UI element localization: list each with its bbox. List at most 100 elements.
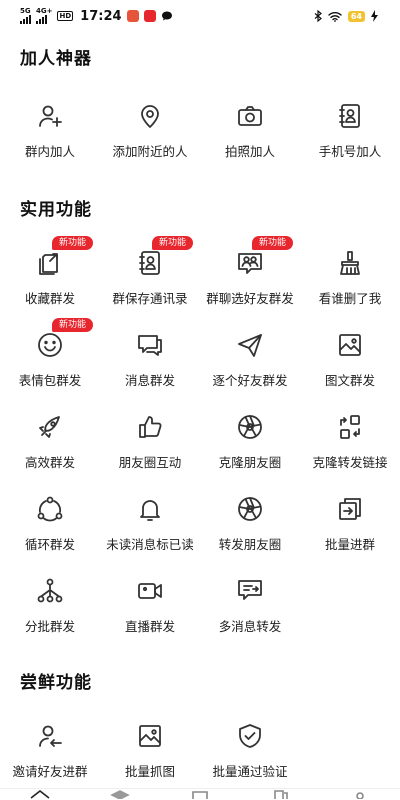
feature-label: 手机号加人 xyxy=(318,144,382,159)
signal-2: 4G+ xyxy=(36,8,52,24)
multi-message-icon xyxy=(235,576,265,606)
feature-label: 未读消息标已读 xyxy=(106,537,194,552)
feature-tile[interactable]: 图文群发 xyxy=(300,318,400,400)
feature-label: 看谁删了我 xyxy=(318,291,382,306)
feature-label: 批量抓图 xyxy=(124,764,175,779)
feature-tile[interactable]: 批量通过验证 xyxy=(200,709,300,791)
feature-label: 消息群发 xyxy=(124,373,175,388)
feature-label: 朋友圈互动 xyxy=(118,455,182,470)
mail-icon xyxy=(192,791,208,799)
section-title: 实用功能 xyxy=(20,200,92,220)
feature-label: 收藏群发 xyxy=(24,291,75,306)
image-icon xyxy=(335,330,365,360)
chat-bubbles-icon xyxy=(135,330,165,360)
broom-icon xyxy=(335,248,365,278)
invite-user-icon xyxy=(35,721,65,751)
shield-check-icon xyxy=(235,721,265,751)
feature-label: 表情包群发 xyxy=(18,373,82,388)
cycle-icon xyxy=(35,494,65,524)
aperture-icon xyxy=(235,412,265,442)
new-feature-badge: 新功能 xyxy=(52,318,94,332)
feature-tile[interactable]: 转发朋友圈 xyxy=(200,482,300,564)
feature-label: 图文群发 xyxy=(324,373,375,388)
feature-tile[interactable]: 新功能收藏群发 xyxy=(0,236,100,318)
feature-label: 群保存通讯录 xyxy=(112,291,188,306)
section-title: 尝鲜功能 xyxy=(20,673,92,693)
feature-tile[interactable]: 新功能表情包群发 xyxy=(0,318,100,400)
add-user-icon xyxy=(35,101,65,131)
feature-tile[interactable]: 新功能群保存通讯录 xyxy=(100,236,200,318)
image-icon xyxy=(135,721,165,751)
nav-home[interactable] xyxy=(28,789,52,799)
network-type-2: 4G+ xyxy=(36,7,53,15)
section-add-people: 加人神器 群内加人 添加附近的人 拍照加人 手机号加人 xyxy=(0,44,400,171)
feature-tile[interactable]: 批量抓图 xyxy=(100,709,200,791)
feature-label: 分批群发 xyxy=(24,619,75,634)
charging-icon xyxy=(371,10,378,22)
feature-tile[interactable]: 邀请好友进群 xyxy=(0,709,100,791)
feature-tile[interactable]: 消息群发 xyxy=(100,318,200,400)
feature-label: 高效群发 xyxy=(24,455,75,470)
group-chat-icon xyxy=(235,248,265,278)
nav-messages[interactable] xyxy=(188,789,212,799)
nav-profile[interactable] xyxy=(348,789,372,799)
bluetooth-icon xyxy=(314,10,322,22)
camera-icon xyxy=(235,101,265,131)
chat-notification-icon xyxy=(161,11,172,21)
bottom-nav xyxy=(0,788,400,800)
feature-tile[interactable]: 循环群发 xyxy=(0,482,100,564)
feature-label: 群内加人 xyxy=(24,144,75,159)
layers-icon xyxy=(110,790,130,799)
feature-label: 邀请好友进群 xyxy=(12,764,88,779)
feature-tile[interactable]: 逐个好友群发 xyxy=(200,318,300,400)
feature-tile[interactable]: 拍照加人 xyxy=(200,89,300,171)
thumbs-up-icon xyxy=(135,412,165,442)
feature-tile[interactable]: 手机号加人 xyxy=(300,89,400,171)
feature-tile[interactable]: 看谁删了我 xyxy=(300,236,400,318)
location-pin-icon xyxy=(135,101,165,131)
feature-tile[interactable]: 多消息转发 xyxy=(200,564,300,646)
feature-tile[interactable]: 克隆朋友圈 xyxy=(200,400,300,482)
feature-label: 批量进群 xyxy=(324,537,375,552)
feature-label: 克隆朋友圈 xyxy=(218,455,282,470)
section-utilities: 实用功能 新功能 收藏群发 新功能 群保存通讯录 新功能 群聊选好友群发 看谁删了我 新功能表… xyxy=(0,195,400,646)
feature-label: 多消息转发 xyxy=(218,619,282,634)
user-icon xyxy=(356,792,364,799)
feature-label: 拍照加人 xyxy=(224,144,275,159)
collect-icon xyxy=(35,248,65,278)
feature-tile[interactable]: 克隆转发链接 xyxy=(300,400,400,482)
feature-tile[interactable]: 未读消息标已读 xyxy=(100,482,200,564)
feature-grid: 群内加人 添加附近的人 拍照加人 手机号加人 xyxy=(0,89,400,171)
feature-tile[interactable]: 分批群发 xyxy=(0,564,100,646)
wifi-icon xyxy=(328,11,342,22)
feature-label: 批量通过验证 xyxy=(212,764,288,779)
status-left: 5G 4G+ HD 17:24 xyxy=(20,8,173,24)
feature-grid: 新功能 收藏群发 新功能 群保存通讯录 新功能 群聊选好友群发 看谁删了我 新功能 表情包群发消… xyxy=(0,236,400,646)
paper-plane-icon xyxy=(235,330,265,360)
feature-tile[interactable]: 直播群发 xyxy=(100,564,200,646)
smile-icon xyxy=(35,330,65,360)
new-feature-badge: 新功能 xyxy=(252,236,294,250)
status-bar: 5G 4G+ HD 17:24 64 xyxy=(0,0,400,32)
feature-label: 添加附近的人 xyxy=(112,144,188,159)
feature-tile[interactable]: 群内加人 xyxy=(0,89,100,171)
feature-tile[interactable]: 高效群发 xyxy=(0,400,100,482)
feature-label: 直播群发 xyxy=(124,619,175,634)
nav-devices[interactable] xyxy=(268,789,292,799)
contact-book-icon xyxy=(135,248,165,278)
feature-tile[interactable]: 批量进群 xyxy=(300,482,400,564)
rocket-icon xyxy=(35,412,65,442)
new-feature-badge: 新功能 xyxy=(152,236,194,250)
section-preview: 尝鲜功能 邀请好友进群 批量抓图 批量通过验证 xyxy=(0,668,400,791)
feature-label: 循环群发 xyxy=(24,537,75,552)
signal-bars-icon xyxy=(36,15,52,24)
new-feature-badge: 新功能 xyxy=(52,236,94,250)
device-icon xyxy=(274,790,288,799)
feature-tile[interactable]: 朋友圈互动 xyxy=(100,400,200,482)
feature-tile[interactable]: 新功能 群聊选好友群发 xyxy=(200,236,300,318)
video-camera-icon xyxy=(135,576,165,606)
feature-tile[interactable]: 添加附近的人 xyxy=(100,89,200,171)
nav-layers[interactable] xyxy=(108,789,132,799)
signal-1: 5G xyxy=(20,8,31,24)
bell-icon xyxy=(135,494,165,524)
